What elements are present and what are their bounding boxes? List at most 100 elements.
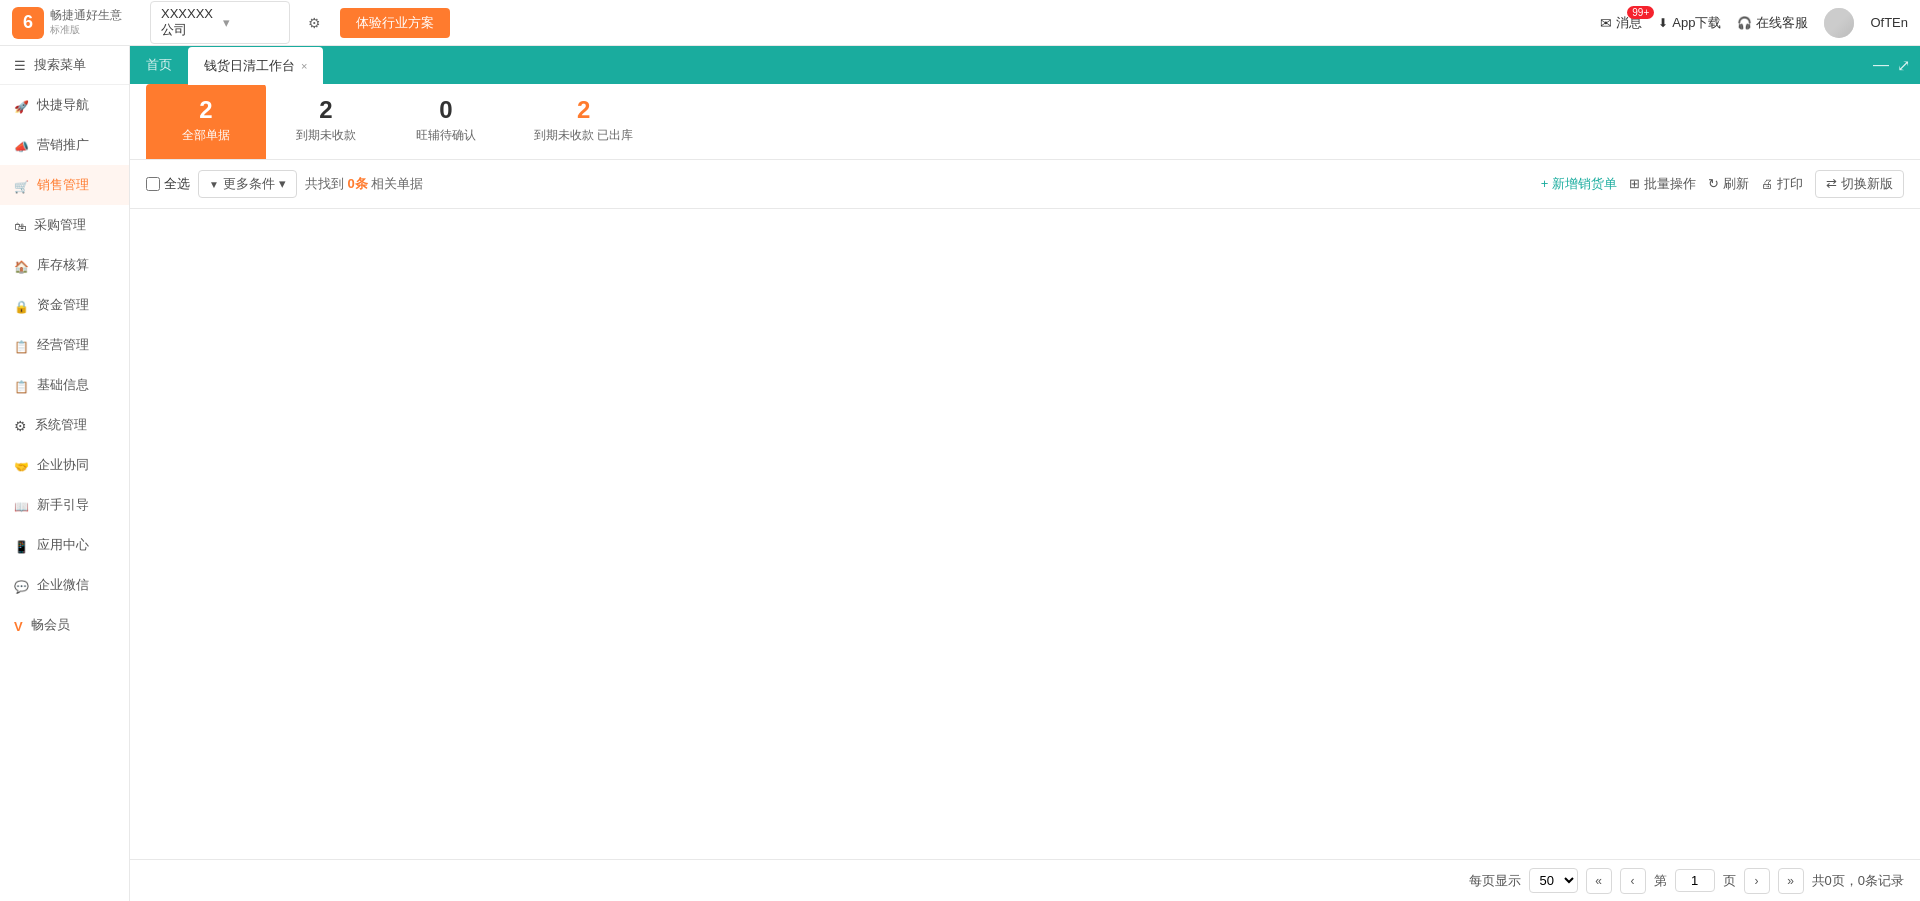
logo: 6 畅捷通好生意 标准版: [12, 7, 142, 39]
sidebar-search-label: 搜索菜单: [34, 56, 86, 74]
avatar-image: [1824, 8, 1854, 38]
found-count: 0条: [348, 176, 368, 191]
sidebar-item-basics[interactable]: 基础信息: [0, 365, 129, 405]
sidebar-item-inventory[interactable]: 库存核算: [0, 245, 129, 285]
batch-label: 批量操作: [1644, 175, 1696, 193]
toolbar: 全选 更多条件 ▾ 共找到 0条 相关单据 + 新增销货单 批量操作 刷新: [130, 160, 1920, 209]
filter-dropdown-icon: ▾: [279, 176, 286, 191]
filter-icon: [209, 176, 219, 191]
print-button[interactable]: 打印: [1761, 175, 1803, 193]
sidebar-item-label: 基础信息: [37, 376, 89, 394]
username-text: OfTEn: [1870, 15, 1908, 30]
service-icon: [1737, 15, 1752, 30]
sidebar-item-sales[interactable]: 销售管理: [0, 165, 129, 205]
avatar[interactable]: [1824, 8, 1854, 38]
filter-button[interactable]: 更多条件 ▾: [198, 170, 297, 198]
refresh-label: 刷新: [1723, 175, 1749, 193]
last-page-button[interactable]: »: [1778, 868, 1804, 894]
user-name[interactable]: OfTEn: [1870, 15, 1908, 30]
settings-button[interactable]: [298, 7, 330, 39]
sidebar-item-marketing[interactable]: 营销推广: [0, 125, 129, 165]
stats-tab-overdue-shipped[interactable]: 2 到期未收款 已出库: [506, 84, 661, 159]
page-unit: 页: [1723, 872, 1736, 890]
message-icon: [1600, 15, 1612, 31]
download-icon: [1658, 15, 1668, 30]
switch-icon: [1826, 176, 1837, 191]
prev-page-button[interactable]: ‹: [1620, 868, 1646, 894]
page-label: 第: [1654, 872, 1667, 890]
switch-label: 切换新版: [1841, 175, 1893, 193]
sidebar-item-label: 新手引导: [37, 496, 89, 514]
table-area: [130, 209, 1920, 859]
app-download-label: App下载: [1672, 14, 1721, 32]
vip-icon: [14, 617, 23, 634]
toolbar-right: + 新增销货单 批量操作 刷新 打印 切换新版: [1541, 170, 1904, 198]
all-count: 2: [199, 96, 212, 125]
per-page-select[interactable]: 50: [1529, 868, 1578, 893]
company-selector[interactable]: XXXXXX公司 ▾: [150, 1, 290, 44]
trial-button[interactable]: 体验行业方案: [340, 8, 450, 38]
sidebar-item-capital[interactable]: 资金管理: [0, 285, 129, 325]
all-label: 全部单据: [182, 127, 230, 144]
refresh-button[interactable]: 刷新: [1708, 175, 1749, 193]
tab-close-button[interactable]: ×: [301, 60, 307, 72]
sidebar-item-label: 畅会员: [31, 616, 70, 634]
tab-home[interactable]: 首页: [130, 46, 188, 84]
quick-nav-icon: [14, 97, 29, 114]
sidebar-item-label: 采购管理: [34, 216, 86, 234]
sidebar-item-vip[interactable]: 畅会员: [0, 605, 129, 645]
sidebar-item-label: 企业协同: [37, 456, 89, 474]
sidebar-item-purchase[interactable]: 采购管理: [0, 205, 129, 245]
batch-button[interactable]: 批量操作: [1629, 175, 1696, 193]
main-content: 2 全部单据 2 到期未收款 0 旺辅待确认 2 到期未收款 已出库 全选 更多…: [130, 84, 1920, 901]
sidebar-item-system[interactable]: 系统管理: [0, 405, 129, 445]
sidebar-search[interactable]: 搜索菜单: [0, 46, 129, 85]
select-all-text: 全选: [164, 175, 190, 193]
stats-tab-overdue[interactable]: 2 到期未收款: [266, 84, 386, 159]
top-bar: 6 畅捷通好生意 标准版 XXXXXX公司 ▾ 体验行业方案 消息 99+ Ap…: [0, 0, 1920, 46]
select-all-label[interactable]: 全选: [146, 175, 190, 193]
page-input[interactable]: [1675, 869, 1715, 892]
tab-workbench-label: 钱货日清工作台: [204, 57, 295, 75]
logo-text: 畅捷通好生意: [50, 8, 122, 24]
pagination-bar: 每页显示 50 « ‹ 第 页 › » 共0页，0条记录: [130, 859, 1920, 901]
first-page-button[interactable]: «: [1586, 868, 1612, 894]
new-order-button[interactable]: + 新增销货单: [1541, 175, 1617, 193]
switch-version-button[interactable]: 切换新版: [1815, 170, 1904, 198]
overdue-label: 到期未收款: [296, 127, 356, 144]
sidebar-item-guide[interactable]: 新手引导: [0, 485, 129, 525]
marketing-icon: [14, 137, 29, 154]
total-info: 共0页，0条记录: [1812, 872, 1904, 890]
sidebar-item-app-center[interactable]: 应用中心: [0, 525, 129, 565]
tab-minimize-button[interactable]: —: [1873, 56, 1889, 74]
logo-icon: 6: [12, 7, 44, 39]
select-all-checkbox[interactable]: [146, 177, 160, 191]
sales-icon: [14, 177, 29, 194]
menu-icon: [14, 58, 26, 73]
sidebar-item-label: 销售管理: [37, 176, 89, 194]
sidebar-item-label: 系统管理: [35, 416, 87, 434]
sidebar-item-wechat[interactable]: 企业微信: [0, 565, 129, 605]
online-service-button[interactable]: 在线客服: [1737, 14, 1808, 32]
stats-tab-all[interactable]: 2 全部单据: [146, 84, 266, 159]
sidebar-item-label: 库存核算: [37, 256, 89, 274]
app-download-button[interactable]: App下载: [1658, 14, 1721, 32]
tab-workbench[interactable]: 钱货日清工作台 ×: [188, 47, 323, 85]
sidebar-item-label: 企业微信: [37, 576, 89, 594]
overdue-count: 2: [319, 96, 332, 125]
found-suffix: 相关单据: [371, 176, 423, 191]
next-page-button[interactable]: ›: [1744, 868, 1770, 894]
basics-icon: [14, 377, 29, 394]
service-label: 在线客服: [1756, 14, 1808, 32]
message-button[interactable]: 消息 99+: [1600, 14, 1642, 32]
tab-bar-actions: — ⤢: [1873, 56, 1920, 75]
per-page-label: 每页显示: [1469, 872, 1521, 890]
sidebar-item-enterprise[interactable]: 企业协同: [0, 445, 129, 485]
wechat-icon: [14, 577, 29, 594]
sidebar-item-quick-nav[interactable]: 快捷导航: [0, 85, 129, 125]
sidebar-item-operations[interactable]: 经营管理: [0, 325, 129, 365]
capital-icon: [14, 297, 29, 314]
stats-tab-wangwang[interactable]: 0 旺辅待确认: [386, 84, 506, 159]
sidebar-item-label: 快捷导航: [37, 96, 89, 114]
tab-expand-button[interactable]: ⤢: [1897, 56, 1910, 75]
